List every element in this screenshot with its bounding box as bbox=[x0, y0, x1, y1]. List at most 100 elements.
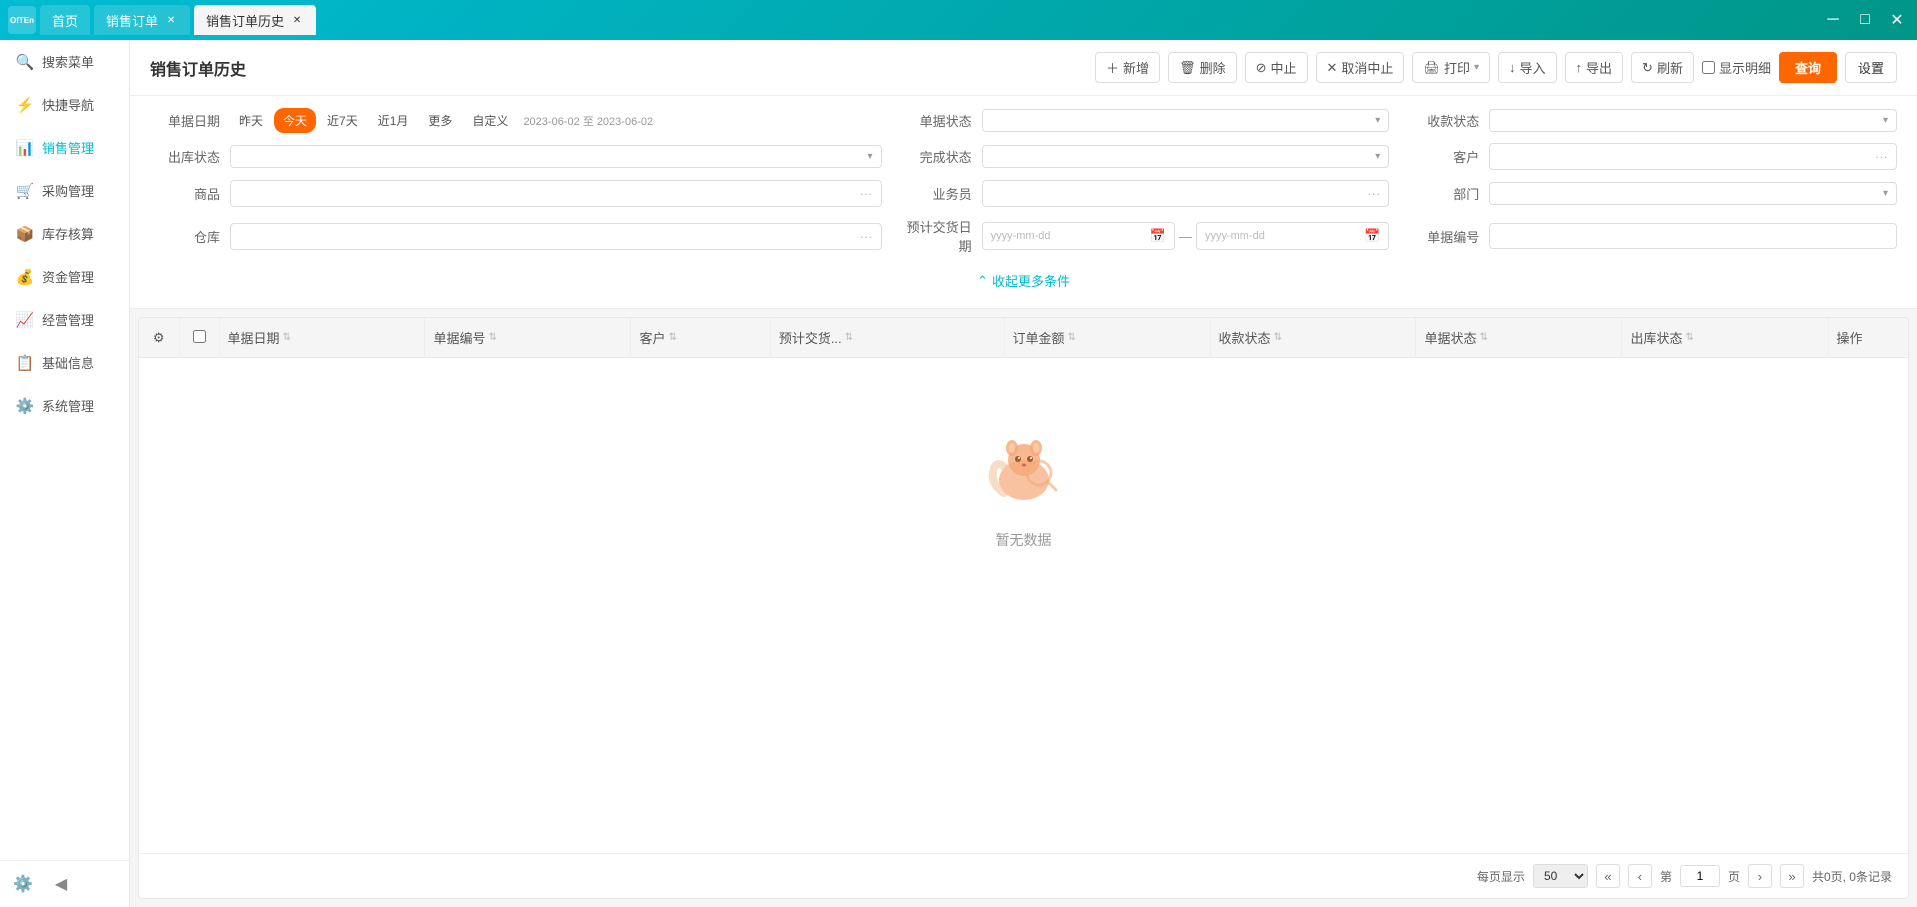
delivery-status-label: 出库状态 bbox=[150, 147, 230, 166]
goods-input[interactable]: ··· bbox=[230, 180, 882, 207]
sys-mgmt-icon: ⚙️ bbox=[16, 397, 34, 415]
salesperson-section: 业务员 ··· bbox=[902, 180, 1390, 207]
complete-status-select[interactable]: ▾ bbox=[982, 145, 1390, 168]
export-button[interactable]: ↑ 导出 bbox=[1565, 52, 1624, 83]
th-expected-delivery-sort[interactable]: ⇅ bbox=[845, 332, 853, 343]
th-date-sort[interactable]: ⇅ bbox=[283, 332, 291, 343]
empty-text: 暂无数据 bbox=[996, 530, 1052, 550]
th-action: 操作 bbox=[1828, 318, 1908, 358]
prev-page-btn[interactable]: ‹ bbox=[1628, 864, 1652, 888]
tab-sales-order-history-close[interactable]: ✕ bbox=[290, 13, 304, 27]
sidebar-item-sys-mgmt[interactable]: ⚙️ 系统管理 bbox=[0, 384, 129, 427]
date-btn-more[interactable]: 更多 bbox=[419, 108, 461, 133]
filter-row-2: 出库状态 ▾ 完成状态 ▾ 客户 bbox=[150, 143, 1897, 170]
page-size-select[interactable]: 10 20 50 100 bbox=[1533, 864, 1588, 888]
collapse-conditions[interactable]: ⌃ 收起更多条件 bbox=[150, 265, 1897, 296]
tab-sales-order-close[interactable]: ✕ bbox=[164, 13, 178, 27]
table-container: ⚙ 单据日期 ⇅ bbox=[138, 317, 1909, 899]
salesperson-input[interactable]: ··· bbox=[982, 180, 1390, 207]
sidebar-item-quick-nav[interactable]: ⚡ 快捷导航 bbox=[0, 83, 129, 126]
print-button[interactable]: 🖨 打印 ▾ bbox=[1412, 52, 1490, 83]
select-all-checkbox[interactable] bbox=[193, 330, 206, 343]
page-header: 销售订单历史 ＋ 新增 🗑 删除 ⊘ 中止 ✕ 取消中止 bbox=[130, 40, 1917, 96]
th-order-no-sort[interactable]: ⇅ bbox=[488, 332, 496, 343]
warehouse-label: 仓库 bbox=[150, 227, 230, 246]
th-customer-sort[interactable]: ⇅ bbox=[668, 332, 676, 343]
stop-button[interactable]: ⊘ 中止 bbox=[1245, 52, 1308, 83]
tab-sales-order[interactable]: 销售订单 ✕ bbox=[94, 5, 190, 35]
sidebar-settings-icon[interactable]: ⚙️ bbox=[8, 869, 38, 899]
settings-button[interactable]: 设置 bbox=[1845, 52, 1897, 83]
th-order-no: 单据编号 ⇅ bbox=[425, 318, 631, 358]
date-btn-today[interactable]: 今天 bbox=[274, 108, 316, 133]
sidebar-item-basic-info[interactable]: 📋 基础信息 bbox=[0, 341, 129, 384]
tab-home-label: 首页 bbox=[52, 11, 78, 30]
next-page-btn[interactable]: › bbox=[1748, 864, 1772, 888]
sidebar-collapse-icon[interactable]: ◀ bbox=[46, 869, 76, 899]
sidebar-item-operation-label: 经营管理 bbox=[42, 310, 94, 329]
delete-icon: 🗑 bbox=[1179, 60, 1196, 76]
customer-input[interactable]: ··· bbox=[1489, 143, 1897, 170]
inventory-icon: 📦 bbox=[16, 225, 34, 243]
date-btn-1month[interactable]: 近1月 bbox=[369, 108, 418, 133]
date-btn-7days[interactable]: 近7天 bbox=[318, 108, 367, 133]
sidebar-item-inventory[interactable]: 📦 库存核算 bbox=[0, 212, 129, 255]
import-button[interactable]: ↓ 导入 bbox=[1498, 52, 1557, 83]
payment-status-select[interactable]: ▾ bbox=[1489, 109, 1897, 132]
sidebar: 🔍 搜索菜单 ⚡ 快捷导航 📊 销售管理 🛒 采购管理 📦 库存核算 💰 资金管… bbox=[0, 40, 130, 907]
window-minimize-btn[interactable]: ─ bbox=[1821, 8, 1845, 32]
query-button[interactable]: 查询 bbox=[1779, 52, 1837, 83]
cancel-stop-icon: ✕ bbox=[1327, 60, 1338, 76]
new-button[interactable]: ＋ 新增 bbox=[1095, 52, 1160, 83]
th-order-status-sort[interactable]: ⇅ bbox=[1479, 332, 1487, 343]
show-detail-check[interactable] bbox=[1702, 61, 1715, 74]
window-maximize-btn[interactable]: □ bbox=[1853, 8, 1877, 32]
refresh-button[interactable]: ↻ 刷新 bbox=[1631, 52, 1694, 83]
date-btn-yesterday[interactable]: 昨天 bbox=[230, 108, 272, 133]
warehouse-input[interactable]: ··· bbox=[230, 223, 882, 250]
order-no-section: 单据编号 bbox=[1409, 223, 1897, 249]
delete-button[interactable]: 🗑 删除 bbox=[1168, 52, 1237, 83]
next-page-icon: › bbox=[1758, 869, 1762, 884]
show-detail-checkbox[interactable]: 显示明细 bbox=[1702, 58, 1771, 77]
th-payment-status-label: 收款状态 bbox=[1219, 328, 1271, 347]
table-header-row: ⚙ 单据日期 ⇅ bbox=[139, 318, 1908, 358]
th-order-no-label: 单据编号 bbox=[433, 328, 485, 347]
th-delivery-status-sort[interactable]: ⇅ bbox=[1685, 332, 1693, 343]
print-dropdown-arrow: ▾ bbox=[1474, 62, 1479, 73]
page-number-input[interactable] bbox=[1680, 865, 1720, 887]
order-no-input[interactable] bbox=[1489, 223, 1897, 249]
th-amount-sort[interactable]: ⇅ bbox=[1068, 332, 1076, 343]
sidebar-item-operation[interactable]: 📈 经营管理 bbox=[0, 298, 129, 341]
page-label: 页 bbox=[1728, 868, 1740, 885]
calendar-end-icon[interactable]: 📅 bbox=[1364, 228, 1380, 244]
th-action-label: 操作 bbox=[1837, 331, 1863, 346]
sidebar-item-finance[interactable]: 💰 资金管理 bbox=[0, 255, 129, 298]
expected-date-start[interactable]: yyyy-mm-dd 📅 bbox=[982, 222, 1175, 250]
expected-date-end[interactable]: yyyy-mm-dd 📅 bbox=[1196, 222, 1389, 250]
window-close-btn[interactable]: ✕ bbox=[1885, 8, 1909, 32]
delivery-status-arrow: ▾ bbox=[868, 151, 873, 162]
complete-status-arrow: ▾ bbox=[1375, 151, 1380, 162]
first-page-btn[interactable]: « bbox=[1596, 864, 1620, 888]
sidebar-item-purchase-mgmt[interactable]: 🛒 采购管理 bbox=[0, 169, 129, 212]
cancel-stop-button[interactable]: ✕ 取消中止 bbox=[1316, 52, 1405, 83]
sidebar-item-search-menu[interactable]: 🔍 搜索菜单 bbox=[0, 40, 129, 83]
order-status-select[interactable]: ▾ bbox=[982, 109, 1390, 132]
calendar-start-icon[interactable]: 📅 bbox=[1150, 228, 1166, 244]
sidebar-item-sales-mgmt[interactable]: 📊 销售管理 bbox=[0, 126, 129, 169]
dept-select[interactable]: ▾ bbox=[1489, 182, 1897, 205]
last-page-btn[interactable]: » bbox=[1780, 864, 1804, 888]
th-payment-status-sort[interactable]: ⇅ bbox=[1274, 332, 1282, 343]
date-btn-custom[interactable]: 自定义 bbox=[463, 108, 517, 133]
tab-sales-order-history[interactable]: 销售订单历史 ✕ bbox=[194, 5, 316, 35]
delivery-status-select[interactable]: ▾ bbox=[230, 145, 882, 168]
settings-label: 设置 bbox=[1858, 61, 1884, 76]
sales-mgmt-icon: 📊 bbox=[16, 139, 34, 157]
last-page-icon: » bbox=[1788, 869, 1795, 884]
page-size-label: 每页显示 bbox=[1477, 868, 1525, 885]
tab-home[interactable]: 首页 bbox=[40, 5, 90, 35]
order-no-label: 单据编号 bbox=[1409, 227, 1489, 246]
date-label: 单据日期 bbox=[150, 111, 230, 130]
table-settings-icon[interactable]: ⚙ bbox=[153, 330, 165, 345]
